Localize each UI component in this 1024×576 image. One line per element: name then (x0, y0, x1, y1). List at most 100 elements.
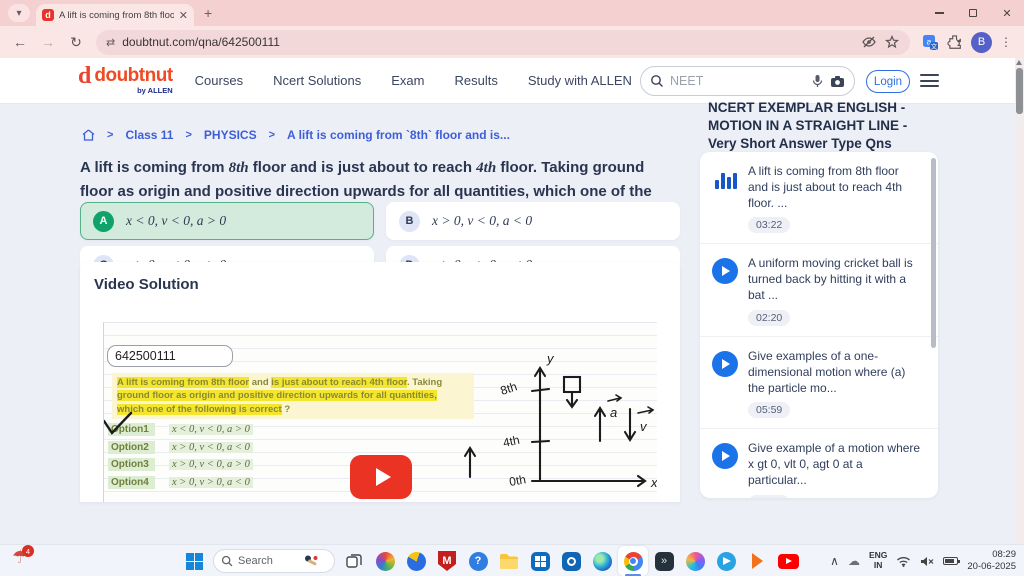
arrow-icon (751, 553, 763, 569)
bookmark-star-icon[interactable] (884, 34, 900, 50)
weather-widget[interactable]: ☂ 4 (12, 545, 34, 568)
nav-ncert-solutions[interactable]: Ncert Solutions (273, 73, 361, 88)
eye-off-icon[interactable] (861, 34, 877, 50)
volume-muted-icon[interactable] (920, 556, 934, 567)
outlook-app-icon[interactable] (559, 549, 583, 573)
language-indicator[interactable]: ENG IN (869, 550, 887, 571)
close-button[interactable]: ✕ (990, 0, 1024, 26)
scrollbar-thumb[interactable] (1016, 68, 1023, 114)
clock[interactable]: 08:29 20-06-2025 (967, 549, 1016, 573)
telegram-app-icon[interactable] (714, 549, 738, 573)
copilot-app-icon[interactable] (683, 549, 707, 573)
task-view-button[interactable] (342, 549, 366, 573)
svg-text:文: 文 (931, 41, 938, 50)
extensions-puzzle-icon[interactable] (947, 34, 963, 50)
video-player[interactable]: 642500111 A lift is coming from 8th floo… (103, 322, 657, 502)
scroll-up-arrow[interactable] (1016, 60, 1022, 65)
mcafee-app-icon[interactable]: M (435, 549, 459, 573)
copilot-preview-app-icon[interactable] (404, 549, 428, 573)
site-search[interactable] (640, 66, 855, 96)
board-option-3: Option3 x > 0, v < 0, a > 0 (108, 456, 253, 474)
breadcrumb-class[interactable]: Class 11 (125, 128, 173, 142)
maximize-button[interactable] (956, 0, 990, 26)
nav-study-with-allen[interactable]: Study with ALLEN (528, 73, 632, 88)
photos-icon (375, 551, 395, 571)
window-controls: ✕ (922, 0, 1024, 26)
profile-avatar[interactable]: B (971, 31, 992, 53)
browser-menu-icon[interactable]: ⋮ (1000, 35, 1012, 49)
playlist-item-text: A lift is coming from 8th floor and is j… (748, 164, 903, 210)
taskbar-search[interactable] (213, 549, 335, 573)
tab-close-icon[interactable]: ✕ (179, 9, 188, 22)
address-bar[interactable]: ⇄ doubtnut.com/qna/642500111 (96, 29, 910, 55)
youtube-app-icon[interactable] (776, 549, 800, 573)
tray-chevron-icon[interactable]: ∧ (830, 554, 839, 568)
forward-button[interactable]: → (36, 34, 60, 50)
nav-courses[interactable]: Courses (195, 73, 243, 88)
login-button[interactable]: Login (866, 70, 910, 93)
microsoft-store-icon[interactable] (528, 549, 552, 573)
file-explorer-icon[interactable] (497, 549, 521, 573)
duration-badge: 02:20 (748, 309, 791, 326)
nav-results[interactable]: Results (454, 73, 497, 88)
edge-browser-icon[interactable] (590, 549, 614, 573)
home-icon[interactable] (82, 129, 95, 141)
search-input[interactable] (670, 74, 805, 88)
page-scrollbar[interactable] (1015, 58, 1024, 544)
video-solution-heading: Video Solution (94, 276, 199, 293)
taskbar-search-input[interactable] (238, 555, 298, 567)
doubtnut-logo-icon: d (78, 63, 92, 89)
playlist-item-text: Give examples of a one-dimensional motio… (748, 348, 906, 395)
telegram-icon (716, 551, 736, 571)
chevron-down-icon: ▾ (16, 7, 22, 19)
site-header: d doubtnut by ALLEN Courses Ncert Soluti… (0, 58, 1024, 104)
tab-search-button[interactable]: ▾ (8, 4, 30, 22)
sharechat-app-icon[interactable]: » (652, 549, 676, 573)
playlist-scrollbar[interactable] (931, 158, 936, 492)
hamburger-menu-icon[interactable] (920, 74, 939, 87)
edge-icon (592, 551, 612, 571)
option-a[interactable]: A x < 0, v < 0, a > 0 (80, 202, 374, 240)
breadcrumb-subject[interactable]: PHYSICS (204, 128, 257, 142)
get-help-app-icon[interactable]: ? (466, 549, 490, 573)
photos-app-icon[interactable] (373, 549, 397, 573)
camera-icon[interactable] (830, 75, 845, 88)
site-info-icon[interactable]: ⇄ (106, 36, 115, 49)
browser-tabstrip: ▾ d A lift is coming from 8th floor a ✕ … (0, 0, 1024, 26)
translate-icon[interactable]: a文 (922, 34, 939, 51)
nav-exam[interactable]: Exam (391, 73, 424, 88)
new-tab-button[interactable]: + (204, 5, 212, 21)
windows-logo-icon (185, 552, 203, 570)
option-b[interactable]: B x > 0, v < 0, a < 0 (386, 202, 680, 240)
onedrive-cloud-icon[interactable]: ☁ (848, 554, 860, 568)
playlist-item[interactable]: Give example of a motion where x gt 0, v… (700, 429, 938, 498)
svg-text:y: y (546, 351, 555, 366)
playlist-item-current[interactable]: A lift is coming from 8th floor and is j… (700, 152, 938, 245)
playlist-title: NCERT EXEMPLAR ENGLISH - MOTION IN A STR… (708, 100, 908, 152)
doubtnut-logo[interactable]: d doubtnut by ALLEN (78, 63, 173, 95)
option-a-text: x < 0, v < 0, a > 0 (126, 213, 227, 228)
start-button[interactable] (182, 549, 206, 573)
playlist-item[interactable]: A uniform moving cricket ball is turned … (700, 244, 938, 337)
page-content: d doubtnut by ALLEN Courses Ncert Soluti… (0, 58, 1024, 544)
wifi-icon[interactable] (896, 556, 911, 567)
orange-app-icon[interactable] (745, 549, 769, 573)
browser-tab[interactable]: d A lift is coming from 8th floor a ✕ (36, 4, 194, 26)
playlist-item[interactable]: Give examples of a one-dimensional motio… (700, 337, 938, 430)
back-button[interactable]: ← (8, 34, 32, 50)
breadcrumb-current: A lift is coming from `8th` floor and is… (287, 128, 510, 142)
play-icon (375, 468, 391, 486)
url-text[interactable]: doubtnut.com/qna/642500111 (122, 35, 854, 49)
taskbar: ☂ 4 M ? » (0, 544, 1024, 576)
reload-button[interactable]: ↻ (64, 34, 88, 51)
minimize-button[interactable] (922, 0, 956, 26)
maximize-icon (969, 9, 977, 17)
logo-text: doubtnut (94, 65, 173, 86)
chrome-browser-icon[interactable] (618, 546, 648, 576)
screen: ▾ d A lift is coming from 8th floor a ✕ … (0, 0, 1024, 576)
mic-icon[interactable] (811, 74, 824, 88)
app-icon (406, 551, 426, 571)
video-play-button[interactable] (350, 455, 412, 499)
battery-icon[interactable] (943, 557, 961, 565)
tray-time: 08:29 (992, 549, 1016, 561)
